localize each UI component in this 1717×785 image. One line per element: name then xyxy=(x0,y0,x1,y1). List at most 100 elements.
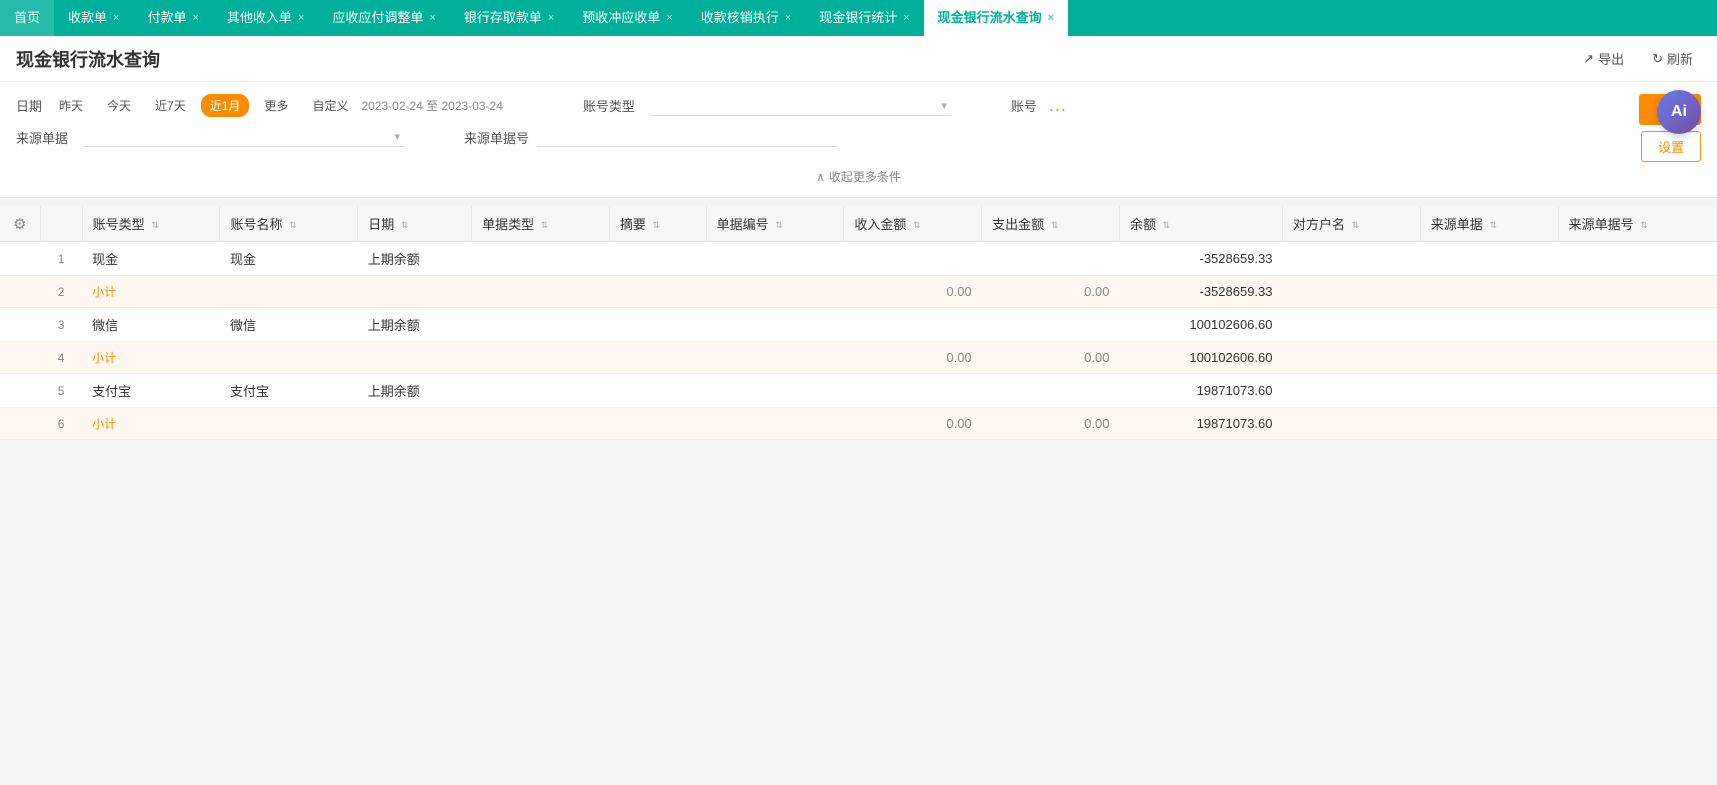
nav-collection-exec[interactable]: 收款核销执行 × xyxy=(687,0,805,36)
filter-row-date: 日期 昨天 今天 近7天 近1月 更多 自定义 2023-02-24 至 202… xyxy=(16,94,1611,117)
row-number: 2 xyxy=(40,276,82,308)
doc-type-cell xyxy=(472,408,610,440)
refresh-button[interactable]: ↻ 刷新 xyxy=(1644,45,1701,72)
source-doc-number-cell xyxy=(1558,374,1716,408)
ai-assistant-button[interactable]: Ai xyxy=(1657,90,1701,134)
counterpart-cell xyxy=(1283,408,1421,440)
nav-cash-bank-stats[interactable]: 现金银行统计 × xyxy=(805,0,923,36)
date-cell xyxy=(358,276,472,308)
close-icon[interactable]: × xyxy=(429,0,435,36)
date-cell: 上期余额 xyxy=(358,308,472,342)
close-icon[interactable]: × xyxy=(113,0,119,36)
table-row[interactable]: 3 微信 微信 上期余额 100102606.60 xyxy=(0,308,1717,342)
table-row[interactable]: 4 小计 0.00 0.00 100102606.60 xyxy=(0,342,1717,374)
export-button[interactable]: ↗ 导出 xyxy=(1575,45,1632,72)
doc-type-cell xyxy=(472,342,610,374)
date-btn-today[interactable]: 今天 xyxy=(98,94,140,117)
expense-value: 0.00 xyxy=(1084,350,1109,365)
close-icon[interactable]: × xyxy=(1048,0,1054,36)
gear-icon[interactable]: ⚙ xyxy=(13,216,26,233)
nav-receivable-adjustment[interactable]: 应收应付调整单 × xyxy=(318,0,449,36)
account-type-input[interactable] xyxy=(655,98,937,113)
nav-bank-deposit[interactable]: 银行存取款单 × xyxy=(450,0,568,36)
sort-icon[interactable]: ⇅ xyxy=(151,220,159,231)
sort-icon[interactable]: ⇅ xyxy=(1489,220,1497,231)
close-icon[interactable]: × xyxy=(298,0,304,36)
income-cell xyxy=(844,374,982,408)
nav-receipt[interactable]: 收款单 × xyxy=(54,0,133,36)
account-name-cell xyxy=(220,408,358,440)
nav-cash-bank-flow[interactable]: 现金银行流水查询 × xyxy=(924,0,1068,36)
account-name-cell: 微信 xyxy=(220,308,358,342)
account-name-cell xyxy=(220,342,358,374)
expense-value: 0.00 xyxy=(1084,284,1109,299)
account-type-label: 账号类型 xyxy=(583,96,635,115)
source-doc-input[interactable] xyxy=(88,129,390,144)
account-label: 账号 xyxy=(1011,96,1037,115)
data-table-container: ⚙ 账号类型 ⇅ 账号名称 ⇅ 日期 ⇅ 单据类型 ⇅ xyxy=(0,206,1717,440)
settings-button[interactable]: 设置 xyxy=(1641,131,1701,162)
date-cell xyxy=(358,342,472,374)
doc-number-cell xyxy=(706,308,844,342)
source-doc-number-cell xyxy=(1558,276,1716,308)
expense-cell xyxy=(982,242,1120,276)
balance-cell: 100102606.60 xyxy=(1119,342,1282,374)
sort-icon[interactable]: ⇅ xyxy=(653,220,661,231)
date-btn-1month[interactable]: 近1月 xyxy=(201,94,250,117)
date-cell xyxy=(358,408,472,440)
doc-type-cell xyxy=(472,276,610,308)
close-icon[interactable]: × xyxy=(548,0,554,36)
sort-icon[interactable]: ⇅ xyxy=(775,220,783,231)
col-account-name: 账号名称 ⇅ xyxy=(220,206,358,242)
nav-other-income[interactable]: 其他收入单 × xyxy=(213,0,318,36)
counterpart-cell xyxy=(1283,276,1421,308)
sort-icon[interactable]: ⇅ xyxy=(1352,220,1360,231)
close-icon[interactable]: × xyxy=(192,0,198,36)
close-icon[interactable]: × xyxy=(666,0,672,36)
balance-value: 100102606.60 xyxy=(1189,350,1272,365)
sort-icon[interactable]: ⇅ xyxy=(541,220,549,231)
account-dots-button[interactable]: ... xyxy=(1049,95,1067,116)
table-row[interactable]: 5 支付宝 支付宝 上期余额 19871073.60 xyxy=(0,374,1717,408)
balance-value: 100102606.60 xyxy=(1189,317,1272,332)
subtotal-label: 小计 xyxy=(92,417,116,431)
collapse-bar[interactable]: ∧ 收起更多条件 xyxy=(16,162,1701,189)
source-doc-cell xyxy=(1420,242,1558,276)
table-row[interactable]: 1 现金 现金 上期余额 -3528659.33 xyxy=(0,242,1717,276)
date-btn-more[interactable]: 更多 xyxy=(255,94,297,117)
sort-icon[interactable]: ⇅ xyxy=(289,220,297,231)
sort-icon[interactable]: ⇅ xyxy=(1640,220,1648,231)
source-doc-cell xyxy=(1420,408,1558,440)
expense-cell xyxy=(982,374,1120,408)
account-type-dropdown[interactable]: ▾ xyxy=(651,96,951,116)
balance-value: -3528659.33 xyxy=(1199,284,1272,299)
page-header: 现金银行流水查询 ↗ 导出 ↻ 刷新 xyxy=(0,36,1717,82)
sort-icon[interactable]: ⇅ xyxy=(1051,220,1059,231)
counterpart-cell xyxy=(1283,308,1421,342)
date-btn-7days[interactable]: 近7天 xyxy=(146,94,195,117)
summary-cell xyxy=(609,276,706,308)
col-summary: 摘要 ⇅ xyxy=(609,206,706,242)
row-number: 6 xyxy=(40,408,82,440)
col-num xyxy=(40,206,82,242)
nav-prepayment[interactable]: 预收冲应收单 × xyxy=(568,0,686,36)
col-account-type: 账号类型 ⇅ xyxy=(82,206,220,242)
nav-home[interactable]: 首页 xyxy=(0,0,54,36)
sort-icon[interactable]: ⇅ xyxy=(913,220,921,231)
summary-cell xyxy=(609,308,706,342)
table-row[interactable]: 2 小计 0.00 0.00 -3528659.33 xyxy=(0,276,1717,308)
collapse-up-icon: ∧ xyxy=(816,170,825,184)
close-icon[interactable]: × xyxy=(785,0,791,36)
row-number: 3 xyxy=(40,308,82,342)
source-doc-dropdown[interactable]: ▾ xyxy=(84,127,404,147)
sort-icon[interactable]: ⇅ xyxy=(1163,220,1171,231)
close-icon[interactable]: × xyxy=(903,0,909,36)
date-btn-yesterday[interactable]: 昨天 xyxy=(50,94,92,117)
summary-cell xyxy=(609,242,706,276)
sort-icon[interactable]: ⇅ xyxy=(401,220,409,231)
source-doc-number-input[interactable] xyxy=(537,127,837,147)
nav-payment[interactable]: 付款单 × xyxy=(133,0,212,36)
gear-cell xyxy=(0,408,40,440)
date-btn-custom[interactable]: 自定义 xyxy=(303,94,357,117)
table-row[interactable]: 6 小计 0.00 0.00 19871073.60 xyxy=(0,408,1717,440)
